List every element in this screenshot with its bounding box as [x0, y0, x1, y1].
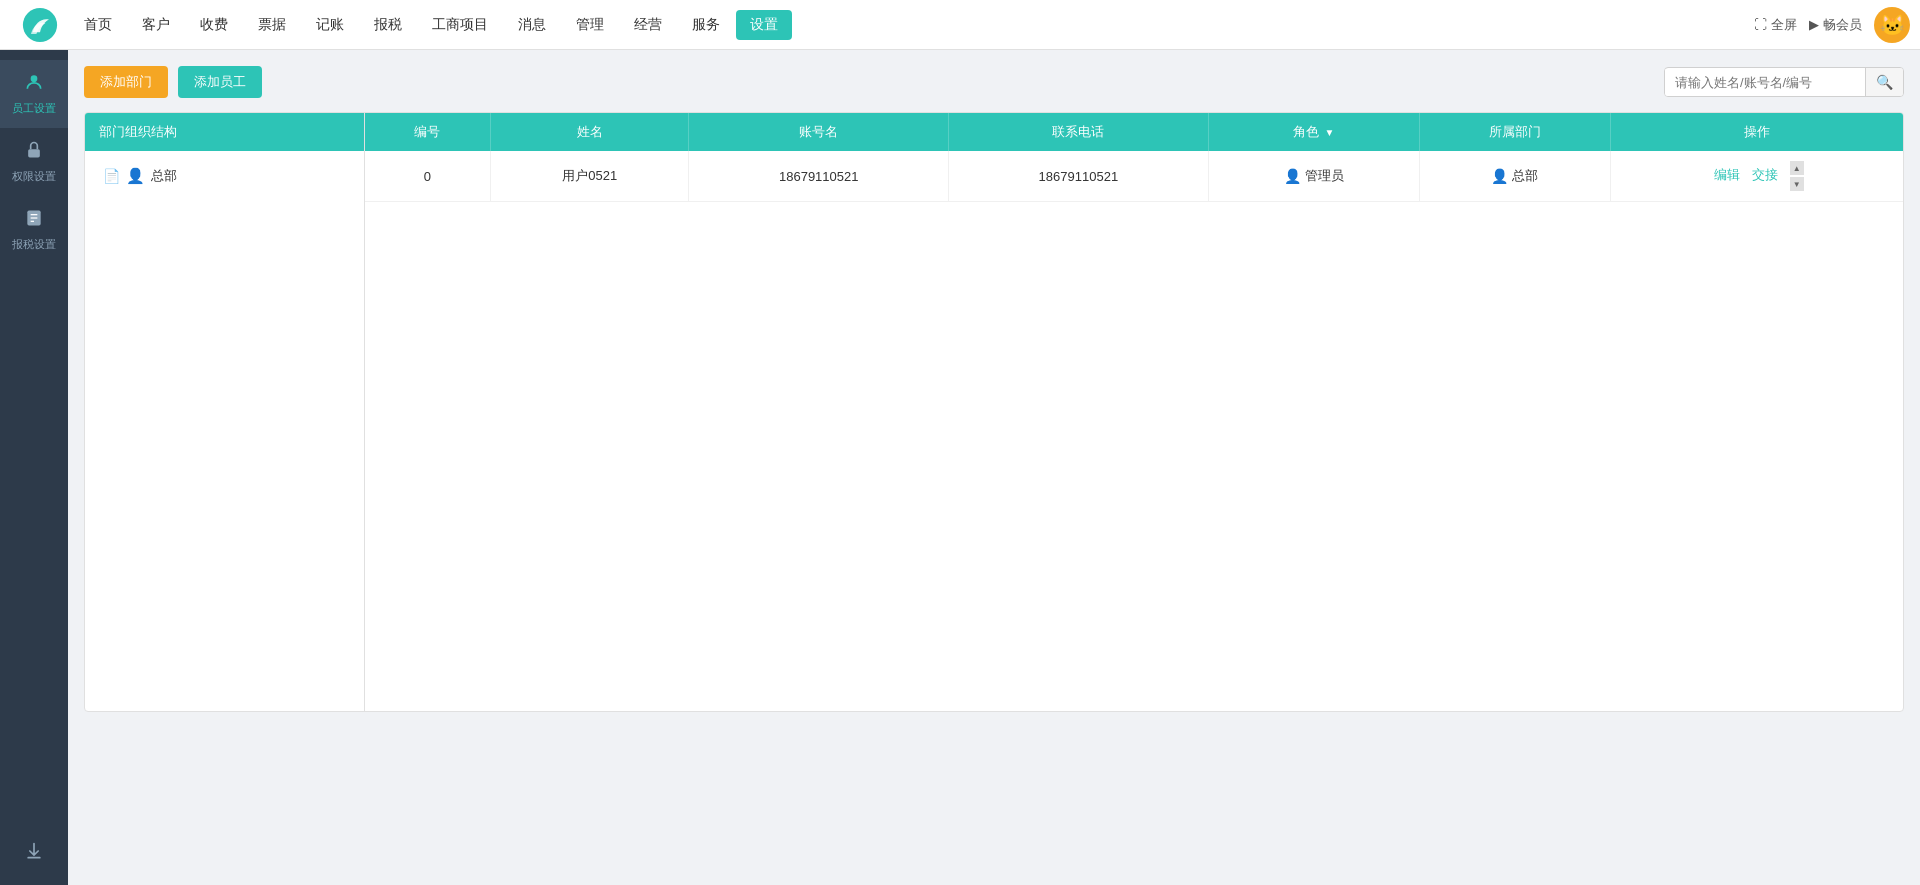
add-employee-button[interactable]: 添加员工 [178, 66, 262, 98]
transfer-action[interactable]: 交接 [1752, 167, 1778, 182]
col-role-label: 角色 [1293, 124, 1319, 139]
cell-actions: 编辑 交接 ▲ ▼ [1611, 151, 1903, 202]
content-area: 添加部门 添加员工 🔍 部门组织结构 📄 👤 总部 [68, 50, 1920, 885]
employee-table: 编号 姓名 账号名 联系电话 角 [365, 113, 1903, 202]
role-label: 管理员 [1305, 167, 1344, 185]
cell-phone: 18679110521 [949, 151, 1209, 202]
sidebar: 员工设置 权限设置 报税设置 [0, 50, 68, 885]
sidebar-label-employee: 员工设置 [12, 101, 56, 116]
role-badge: 👤 管理员 [1284, 167, 1344, 185]
download-icon [24, 841, 44, 863]
add-dept-button[interactable]: 添加部门 [84, 66, 168, 98]
table-row: 0 用户0521 18679110521 18679110521 👤 管理员 [365, 151, 1903, 202]
scroll-up-btn[interactable]: ▲ [1790, 161, 1804, 175]
main-layout: 员工设置 权限设置 报税设置 [0, 50, 1920, 885]
search-icon: 🔍 [1876, 74, 1893, 90]
tree-header-label: 部门组织结构 [99, 124, 177, 139]
svg-rect-7 [27, 857, 40, 859]
col-phone: 联系电话 [949, 113, 1209, 151]
scroll-down-btn[interactable]: ▼ [1790, 177, 1804, 191]
tree-user-icon: 👤 [126, 167, 145, 185]
topnav-right: ⛶ 全屏 ▶ 畅会员 🐱 [1754, 7, 1910, 43]
employee-panel: 部门组织结构 📄 👤 总部 编号 [84, 112, 1904, 712]
nav-items: 首页 客户 收费 票据 记账 报税 工商项目 消息 管理 经营 服务 设置 [70, 10, 1754, 40]
col-action: 操作 [1611, 113, 1903, 151]
nav-accounting[interactable]: 记账 [302, 10, 358, 40]
col-name-label: 姓名 [577, 124, 603, 139]
col-account: 账号名 [689, 113, 949, 151]
nav-home[interactable]: 首页 [70, 10, 126, 40]
col-account-label: 账号名 [799, 124, 838, 139]
dept-user-icon: 👤 [1491, 168, 1508, 184]
tree-panel: 部门组织结构 📄 👤 总部 [85, 113, 365, 711]
lock-icon [24, 140, 44, 165]
tree-file-icon: 📄 [103, 168, 120, 184]
avatar[interactable]: 🐱 [1874, 7, 1910, 43]
member-label: 畅会员 [1823, 16, 1862, 34]
dept-badge: 👤 总部 [1491, 167, 1538, 185]
nav-business[interactable]: 工商项目 [418, 10, 502, 40]
member-btn[interactable]: ▶ 畅会员 [1809, 16, 1862, 34]
svg-rect-2 [28, 149, 40, 157]
nav-message[interactable]: 消息 [504, 10, 560, 40]
sort-icon: ▼ [1325, 127, 1335, 138]
fullscreen-icon: ⛶ [1754, 17, 1767, 32]
nav-customer[interactable]: 客户 [128, 10, 184, 40]
tax-settings-icon [24, 208, 44, 233]
col-action-label: 操作 [1744, 124, 1770, 139]
nav-management[interactable]: 管理 [562, 10, 618, 40]
nav-tax[interactable]: 报税 [360, 10, 416, 40]
sidebar-item-permissions[interactable]: 权限设置 [0, 128, 68, 196]
svg-point-1 [31, 75, 38, 82]
col-id: 编号 [365, 113, 490, 151]
fullscreen-btn[interactable]: ⛶ 全屏 [1754, 16, 1797, 34]
video-icon: ▶ [1809, 17, 1819, 32]
cell-dept: 👤 总部 [1419, 151, 1610, 202]
nav-billing[interactable]: 收费 [186, 10, 242, 40]
sidebar-label-permissions: 权限设置 [12, 169, 56, 184]
sidebar-item-employee[interactable]: 员工设置 [0, 60, 68, 128]
employee-icon [24, 72, 44, 97]
cell-name: 用户0521 [490, 151, 689, 202]
nav-settings[interactable]: 设置 [736, 10, 792, 40]
col-dept-label: 所属部门 [1489, 124, 1541, 139]
cell-role: 👤 管理员 [1208, 151, 1419, 202]
col-dept: 所属部门 [1419, 113, 1610, 151]
cell-id: 0 [365, 151, 490, 202]
role-user-icon: 👤 [1284, 168, 1301, 184]
table-panel: 编号 姓名 账号名 联系电话 角 [365, 113, 1903, 711]
top-navigation: 首页 客户 收费 票据 记账 报税 工商项目 消息 管理 经营 服务 设置 ⛶ … [0, 0, 1920, 50]
col-role[interactable]: 角色 ▼ [1208, 113, 1419, 151]
col-name: 姓名 [490, 113, 689, 151]
col-id-label: 编号 [414, 124, 440, 139]
nav-operations[interactable]: 经营 [620, 10, 676, 40]
tree-item-label: 总部 [151, 167, 177, 185]
search-input[interactable] [1665, 69, 1865, 96]
tree-body: 📄 👤 总部 [85, 151, 364, 201]
table-header-row: 编号 姓名 账号名 联系电话 角 [365, 113, 1903, 151]
search-box: 🔍 [1664, 67, 1904, 97]
toolbar: 添加部门 添加员工 🔍 [84, 66, 1904, 98]
avatar-icon: 🐱 [1880, 13, 1905, 37]
col-phone-label: 联系电话 [1052, 124, 1104, 139]
nav-invoice[interactable]: 票据 [244, 10, 300, 40]
dept-label: 总部 [1512, 167, 1538, 185]
sidebar-bottom [0, 829, 68, 885]
sidebar-item-taxsettings[interactable]: 报税设置 [0, 196, 68, 264]
logo [10, 7, 70, 43]
tree-panel-header: 部门组织结构 [85, 113, 364, 151]
fullscreen-label: 全屏 [1771, 16, 1797, 34]
nav-service[interactable]: 服务 [678, 10, 734, 40]
sidebar-download[interactable] [0, 829, 68, 875]
edit-action[interactable]: 编辑 [1714, 167, 1740, 182]
cell-account: 18679110521 [689, 151, 949, 202]
search-button[interactable]: 🔍 [1865, 68, 1903, 96]
sidebar-label-taxsettings: 报税设置 [12, 237, 56, 252]
tree-item-root[interactable]: 📄 👤 总部 [99, 161, 350, 191]
